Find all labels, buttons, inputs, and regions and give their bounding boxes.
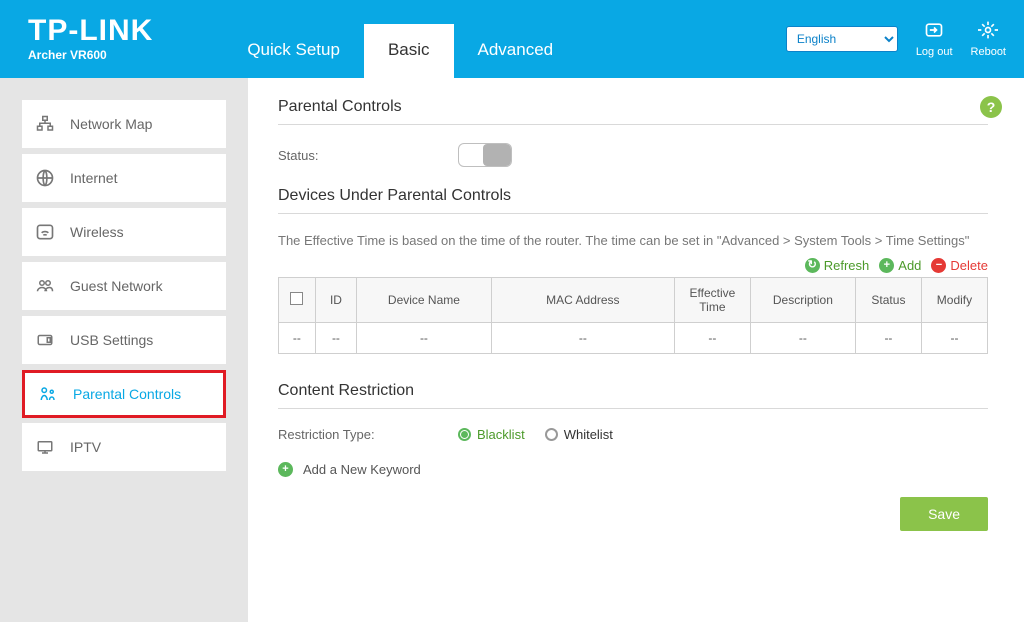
guest-icon bbox=[34, 277, 56, 295]
tab-quick-setup[interactable]: Quick Setup bbox=[223, 24, 364, 78]
whitelist-label: Whitelist bbox=[564, 427, 613, 442]
usb-icon bbox=[34, 331, 56, 349]
refresh-icon: ↻ bbox=[805, 258, 820, 273]
refresh-button[interactable]: ↻ Refresh bbox=[805, 258, 870, 273]
sidebar-item-label: Network Map bbox=[70, 116, 152, 132]
parental-icon bbox=[37, 385, 59, 403]
sidebar-item-wireless[interactable]: Wireless bbox=[22, 208, 226, 256]
tab-advanced[interactable]: Advanced bbox=[454, 24, 578, 78]
main-panel: ? Parental Controls Status: Devices Unde… bbox=[248, 78, 1024, 622]
plus-icon: + bbox=[879, 258, 894, 273]
sidebar-item-label: Wireless bbox=[70, 224, 124, 240]
table-actions: ↻ Refresh + Add − Delete bbox=[278, 258, 988, 273]
plus-icon: + bbox=[278, 462, 293, 477]
devices-note: The Effective Time is based on the time … bbox=[278, 232, 988, 250]
col-description: Description bbox=[750, 278, 855, 323]
content-restriction-title: Content Restriction bbox=[278, 382, 988, 409]
delete-label: Delete bbox=[950, 258, 988, 273]
col-status: Status bbox=[855, 278, 921, 323]
radio-icon bbox=[458, 428, 471, 441]
radio-icon bbox=[545, 428, 558, 441]
col-id: ID bbox=[315, 278, 357, 323]
minus-icon: − bbox=[931, 258, 946, 273]
radio-whitelist[interactable]: Whitelist bbox=[545, 427, 613, 442]
devices-section-title: Devices Under Parental Controls bbox=[278, 187, 988, 214]
logout-icon bbox=[923, 20, 945, 43]
main-tabs: Quick Setup Basic Advanced bbox=[223, 0, 577, 78]
sidebar: Network Map Internet Wireless Guest Netw… bbox=[0, 78, 248, 622]
add-label: Add bbox=[898, 258, 921, 273]
brand-logo: TP-LINK bbox=[28, 16, 153, 46]
logout-button[interactable]: Log out bbox=[916, 20, 953, 58]
col-modify: Modify bbox=[921, 278, 987, 323]
network-map-icon bbox=[34, 115, 56, 133]
tab-basic[interactable]: Basic bbox=[364, 24, 454, 78]
page-title: Parental Controls bbox=[278, 98, 988, 125]
select-all-checkbox[interactable] bbox=[290, 292, 303, 305]
add-button[interactable]: + Add bbox=[879, 258, 921, 273]
reboot-button[interactable]: Reboot bbox=[971, 20, 1006, 58]
status-label: Status: bbox=[278, 148, 458, 163]
blacklist-label: Blacklist bbox=[477, 427, 525, 442]
devices-table: ID Device Name MAC Address Effective Tim… bbox=[278, 277, 988, 354]
add-keyword-button[interactable]: + Add a New Keyword bbox=[278, 462, 988, 477]
logo-block: TP-LINK Archer VR600 bbox=[28, 16, 153, 62]
reboot-icon bbox=[977, 20, 999, 43]
delete-button[interactable]: − Delete bbox=[931, 258, 988, 273]
col-effective-time: Effective Time bbox=[675, 278, 751, 323]
sidebar-item-parental-controls[interactable]: Parental Controls bbox=[22, 370, 226, 418]
header-actions: English Log out Reboot bbox=[786, 20, 1006, 58]
sidebar-item-iptv[interactable]: IPTV bbox=[22, 423, 226, 471]
sidebar-item-usb-settings[interactable]: USB Settings bbox=[22, 316, 226, 364]
restriction-type-label: Restriction Type: bbox=[278, 427, 458, 442]
sidebar-item-label: Guest Network bbox=[70, 278, 163, 294]
globe-icon bbox=[34, 168, 56, 188]
status-toggle[interactable] bbox=[458, 143, 512, 167]
refresh-label: Refresh bbox=[824, 258, 870, 273]
model-label: Archer VR600 bbox=[28, 48, 153, 62]
language-select[interactable]: English bbox=[786, 26, 898, 52]
logout-label: Log out bbox=[916, 46, 953, 58]
col-device-name: Device Name bbox=[357, 278, 491, 323]
help-button[interactable]: ? bbox=[980, 96, 1002, 118]
sidebar-item-label: Parental Controls bbox=[73, 386, 181, 402]
save-button[interactable]: Save bbox=[900, 497, 988, 531]
sidebar-item-network-map[interactable]: Network Map bbox=[22, 100, 226, 148]
add-keyword-label: Add a New Keyword bbox=[303, 462, 421, 477]
sidebar-item-label: IPTV bbox=[70, 439, 101, 455]
sidebar-item-internet[interactable]: Internet bbox=[22, 154, 226, 202]
tv-icon bbox=[34, 438, 56, 456]
radio-blacklist[interactable]: Blacklist bbox=[458, 427, 525, 442]
header: TP-LINK Archer VR600 Quick Setup Basic A… bbox=[0, 0, 1024, 78]
sidebar-item-label: USB Settings bbox=[70, 332, 153, 348]
reboot-label: Reboot bbox=[971, 46, 1006, 58]
wifi-icon bbox=[34, 222, 56, 242]
sidebar-item-label: Internet bbox=[70, 170, 117, 186]
table-row: -- -- -- -- -- -- -- -- bbox=[279, 323, 988, 354]
col-mac: MAC Address bbox=[491, 278, 674, 323]
sidebar-item-guest-network[interactable]: Guest Network bbox=[22, 262, 226, 310]
